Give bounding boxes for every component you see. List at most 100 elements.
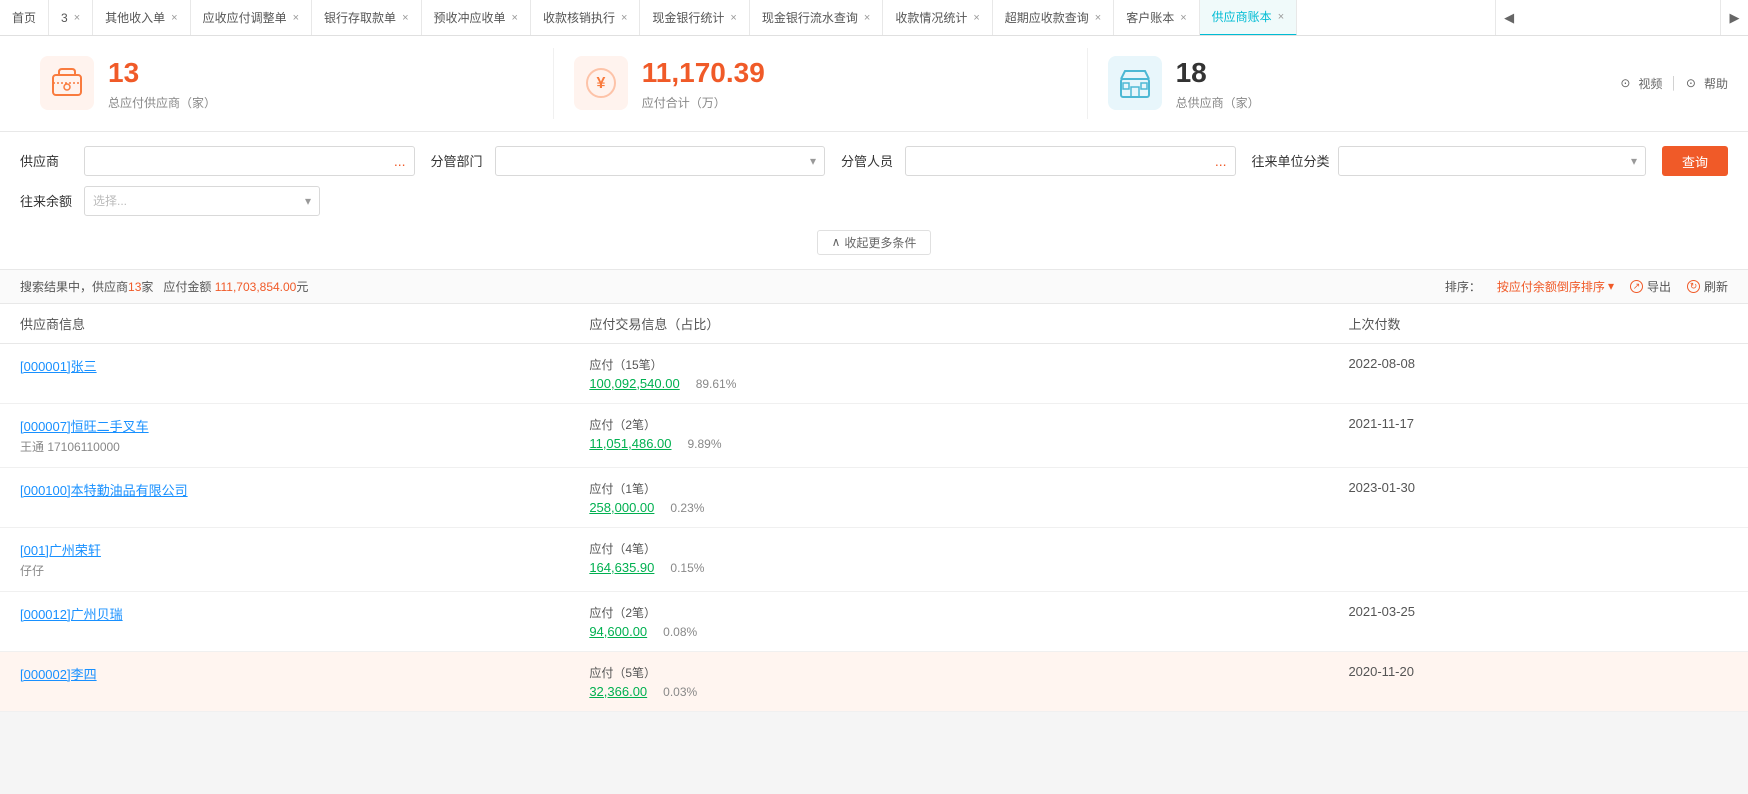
tab-other-income[interactable]: 其他收入单 ×	[93, 0, 190, 36]
trans-amount-row: 164,635.90 0.15%	[589, 560, 1348, 575]
tab-ar-adjust[interactable]: 应收应付调整单 ×	[191, 0, 312, 36]
close-icon[interactable]: ×	[621, 12, 627, 24]
top-navigation: 首页 3 × 其他收入单 × 应收应付调整单 × 银行存取款单 × 预收冲应收单…	[0, 0, 1748, 36]
filter-area: 供应商 ... 分管部门 ▾ 分管人员 ... 往来单位分类 ▾	[0, 132, 1748, 270]
col-header-transaction: 应付交易信息（占比）	[589, 314, 1348, 333]
person-dots-icon: ...	[1215, 153, 1227, 169]
supplier-name-link[interactable]: [000012]广州贝瑞	[20, 604, 589, 623]
category-filter-select[interactable]: ▾	[1338, 146, 1646, 176]
tab-supplier-ledger[interactable]: 供应商账本 ×	[1200, 0, 1297, 36]
balance-filter-label: 往来余额	[20, 191, 76, 210]
balance-filter-select[interactable]: 选择... ▾	[84, 186, 320, 216]
supplier-name-link[interactable]: [000002]李四	[20, 664, 589, 683]
transaction-cell: 应付（15笔） 100,092,540.00 89.61%	[589, 356, 1348, 391]
table-row[interactable]: [000002]李四 应付（5笔） 32,366.00 0.03% 2020-1…	[0, 652, 1748, 712]
category-filter-label: 往来单位分类	[1252, 151, 1330, 170]
filter-toggle: ∧ 收起更多条件	[20, 226, 1728, 259]
tab-home[interactable]: 首页	[0, 0, 49, 36]
close-icon[interactable]: ×	[973, 12, 979, 24]
export-icon: ↗	[1630, 280, 1643, 293]
store-icon	[1108, 56, 1162, 110]
table-header: 供应商信息 应付交易信息（占比） 上次付数	[0, 304, 1748, 344]
tab-customer-ledger[interactable]: 客户账本 ×	[1114, 0, 1199, 36]
last-pay-cell	[1348, 540, 1728, 579]
tab-3[interactable]: 3 ×	[49, 0, 93, 36]
filter-balance: 往来余额 选择... ▾	[20, 186, 320, 216]
close-icon[interactable]: ×	[402, 12, 408, 24]
trans-amount-row: 32,366.00 0.03%	[589, 684, 1348, 699]
close-icon[interactable]: ×	[74, 12, 80, 24]
close-icon[interactable]: ×	[864, 12, 870, 24]
tab-overdue-query[interactable]: 超期应收款查询 ×	[993, 0, 1114, 36]
refresh-button[interactable]: ↻ 刷新	[1687, 278, 1728, 295]
table-row[interactable]: [000001]张三 应付（15笔） 100,092,540.00 89.61%…	[0, 344, 1748, 404]
close-icon[interactable]: ×	[293, 12, 299, 24]
trans-percent: 0.23%	[670, 501, 704, 515]
summary-card-payable-total: ¥ 11,170.39 应付合计（万）	[554, 48, 1088, 119]
tab-collection-stat[interactable]: 收款情况统计 ×	[883, 0, 992, 36]
supplier-cell: [001]广州荣轩 仔仔	[20, 540, 589, 579]
export-button[interactable]: ↗ 导出	[1630, 278, 1671, 295]
help-icon: ⊙	[1686, 76, 1696, 90]
toggle-button[interactable]: ∧ 收起更多条件	[817, 230, 932, 255]
supplier-icon	[40, 56, 94, 110]
table-row[interactable]: [000007]恒旺二手叉车 王通 17106110000 应付（2笔） 11,…	[0, 404, 1748, 468]
close-icon[interactable]: ×	[1180, 12, 1186, 24]
query-button[interactable]: 查询	[1662, 146, 1728, 176]
close-icon[interactable]: ×	[512, 12, 518, 24]
sort-select[interactable]: 按应付余额倒序排序 ▾	[1497, 278, 1614, 295]
nav-prev-arrow[interactable]: ◀	[1495, 0, 1523, 36]
trans-amount[interactable]: 11,051,486.00	[589, 436, 671, 451]
table-row[interactable]: [000100]本特勤油品有限公司 应付（1笔） 258,000.00 0.23…	[0, 468, 1748, 528]
help-link[interactable]: 帮助	[1704, 75, 1728, 92]
close-icon[interactable]: ×	[1278, 11, 1284, 23]
nav-next-arrow[interactable]: ▶	[1720, 0, 1748, 36]
department-filter-select[interactable]: ▾	[495, 146, 826, 176]
trans-amount[interactable]: 164,635.90	[589, 560, 654, 575]
supplier-contact: 王通 17106110000	[20, 438, 589, 455]
trans-label: 应付（15笔）	[589, 356, 1348, 373]
supplier-name-link[interactable]: [000007]恒旺二手叉车	[20, 416, 589, 435]
summary-bar: 13 总应付供应商（家） ¥ 11,170.39 应付合计（万）	[0, 36, 1748, 132]
tab-advance-offset[interactable]: 预收冲应收单 ×	[422, 0, 531, 36]
supplier-name-link[interactable]: [001]广州荣轩	[20, 540, 589, 559]
supplier-name-link[interactable]: [000001]张三	[20, 356, 589, 375]
supplier-name-link[interactable]: [000100]本特勤油品有限公司	[20, 480, 589, 499]
trans-amount[interactable]: 94,600.00	[589, 624, 647, 639]
trans-label: 应付（2笔）	[589, 604, 1348, 621]
payable-supplier-label: 总应付供应商（家）	[108, 94, 216, 111]
supplier-cell: [000007]恒旺二手叉车 王通 17106110000	[20, 416, 589, 455]
supplier-filter-input[interactable]: ...	[84, 146, 415, 176]
transaction-cell: 应付（2笔） 94,600.00 0.08%	[589, 604, 1348, 639]
trans-percent: 89.61%	[696, 377, 737, 391]
chevron-down-icon: ▾	[1631, 154, 1637, 168]
close-icon[interactable]: ×	[1095, 12, 1101, 24]
trans-amount[interactable]: 100,092,540.00	[589, 376, 679, 391]
chevron-down-icon: ▾	[810, 154, 816, 168]
close-icon[interactable]: ×	[171, 12, 177, 24]
person-filter-label: 分管人员	[841, 151, 897, 170]
summary-info-total-suppliers: 18 总供应商（家）	[1176, 56, 1260, 111]
last-pay-date: 2023-01-30	[1348, 480, 1415, 495]
trans-amount[interactable]: 258,000.00	[589, 500, 654, 515]
trans-amount-row: 258,000.00 0.23%	[589, 500, 1348, 515]
table-row[interactable]: [000012]广州贝瑞 应付（2笔） 94,600.00 0.08% 2021…	[0, 592, 1748, 652]
trans-amount-row: 94,600.00 0.08%	[589, 624, 1348, 639]
tab-cash-bank-stat[interactable]: 现金银行统计 ×	[640, 0, 749, 36]
tab-bank-deposit[interactable]: 银行存取款单 ×	[312, 0, 421, 36]
tab-collection-verify[interactable]: 收款核销执行 ×	[531, 0, 640, 36]
summary-card-total-suppliers: 18 总供应商（家）	[1088, 48, 1621, 119]
result-info: 搜索结果中，供应商13家 应付金额 111,703,854.00元	[20, 278, 308, 295]
video-link[interactable]: 视频	[1638, 75, 1662, 92]
last-pay-date: 2021-11-17	[1348, 416, 1414, 431]
supplier-contact: 仔仔	[20, 562, 589, 579]
last-pay-date: 2021-03-25	[1348, 604, 1415, 619]
tab-cash-flow-query[interactable]: 现金银行流水查询 ×	[750, 0, 883, 36]
person-filter-input[interactable]: ...	[905, 146, 1236, 176]
trans-amount[interactable]: 32,366.00	[589, 684, 647, 699]
close-icon[interactable]: ×	[730, 12, 736, 24]
supplier-cell: [000002]李四	[20, 664, 589, 699]
table-body: [000001]张三 应付（15笔） 100,092,540.00 89.61%…	[0, 344, 1748, 712]
table-row[interactable]: [001]广州荣轩 仔仔 应付（4笔） 164,635.90 0.15%	[0, 528, 1748, 592]
result-amount: 111,703,854.00	[215, 280, 297, 294]
